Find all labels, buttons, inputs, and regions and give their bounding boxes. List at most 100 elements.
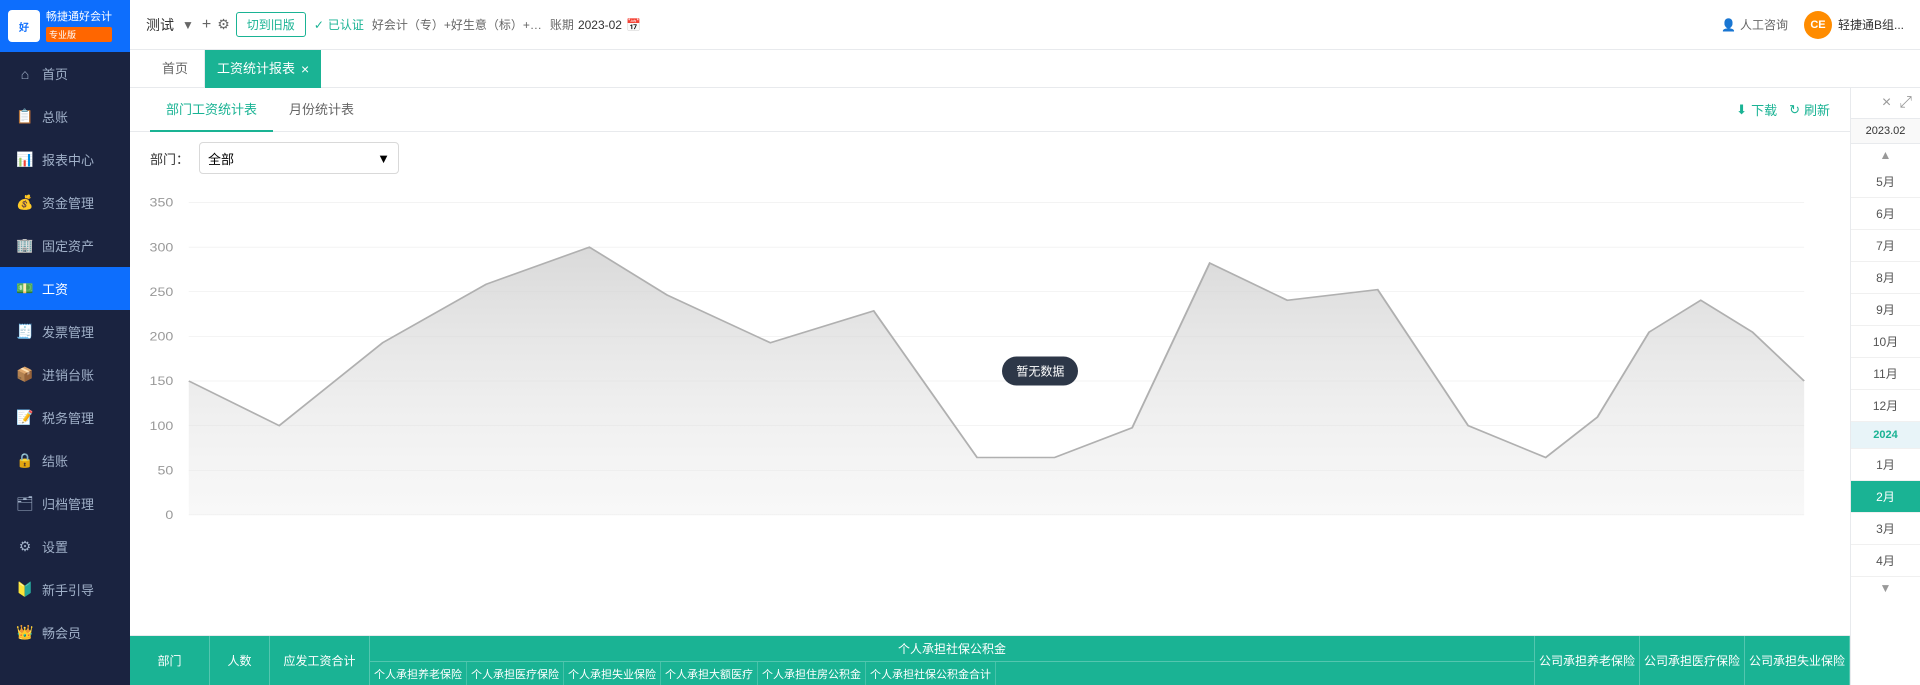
calendar-month-2024-04[interactable]: 4月: [1851, 545, 1920, 577]
sidebar-item-closing[interactable]: 🔒 结账: [0, 439, 130, 482]
calendar-period-label: 2023.02: [1851, 119, 1920, 144]
add-button[interactable]: +: [202, 16, 211, 34]
dept-filter-select[interactable]: 全部 ▼: [199, 142, 399, 174]
th-personal-housing-fund: 个人承担住房公积金: [758, 662, 866, 685]
calendar-month-2024-03[interactable]: 3月: [1851, 513, 1920, 545]
help-button[interactable]: 👤 人工咨询: [1721, 16, 1788, 33]
sidebar-label-guide: 新手引导: [42, 580, 94, 599]
svg-text:200: 200: [150, 330, 173, 343]
calendar-month-2023-07[interactable]: 7月: [1851, 230, 1920, 262]
th-personal-medical: 个人承担医疗保险: [467, 662, 564, 685]
app-logo: 好 畅捷通好会计 专业版: [0, 0, 130, 52]
main-content: 测试 ▼ + ⚙ 切到旧版 ✓ 已认证 好会计（专）+好生意（标）+… 账期 2…: [130, 0, 1920, 685]
sub-tabs-bar: 部门工资统计表 月份统计表 ⬇ 下载 ↻ 刷新: [130, 88, 1850, 132]
sidebar-item-invoice[interactable]: 🧾发票管理: [0, 310, 130, 353]
sidebar-icon-funds: 💰: [16, 194, 34, 211]
sidebar-item-funds[interactable]: 💰 资金管理: [0, 181, 130, 224]
panel-expand-button[interactable]: ⤢: [1899, 94, 1912, 112]
sidebar-icon-archive: 🗂: [16, 495, 34, 512]
sidebar-item-archive[interactable]: 🗂 归档管理: [0, 482, 130, 525]
topbar-right: 👤 人工咨询 CE 轻捷通B组...: [1721, 11, 1904, 39]
table-header-row: 部门 人数 应发工资合计 个人承担社保公积金 个人承担养老保险 个人承担医疗保险…: [130, 636, 1850, 685]
svg-text:100: 100: [150, 419, 173, 432]
refresh-button[interactable]: ↻ 刷新: [1789, 100, 1830, 119]
tab-close-button[interactable]: ×: [301, 50, 309, 88]
user-menu[interactable]: CE 轻捷通B组...: [1804, 11, 1904, 39]
sidebar-item-reports[interactable]: 📊报表中心: [0, 138, 130, 181]
panel-close-button[interactable]: ×: [1882, 94, 1891, 112]
sidebar-label-ledger: 总账: [42, 107, 68, 126]
th-personal-unemployment: 个人承担失业保险: [564, 662, 661, 685]
tab-payroll-report[interactable]: 工资统计报表 ×: [205, 50, 321, 88]
sidebar: 好 畅捷通好会计 专业版 ⌂首页 📋 总账 📊报表中心 💰 资金管理 🏢 固定资产 💵工资🧾发票…: [0, 0, 130, 685]
user-avatar: CE: [1804, 11, 1832, 39]
sidebar-icon-closing: 🔒: [16, 452, 34, 469]
calendar-month-2023-08[interactable]: 8月: [1851, 262, 1920, 294]
calendar-year-2024-label: 2024: [1851, 422, 1920, 449]
download-button[interactable]: ⬇ 下载: [1736, 100, 1777, 119]
calendar-month-2023-06[interactable]: 6月: [1851, 198, 1920, 230]
filter-row: 部门： 全部 ▼: [130, 132, 1850, 184]
table-header-section: 部门 人数 应发工资合计 个人承担社保公积金 个人承担养老保险 个人承担医疗保险…: [130, 635, 1850, 685]
calendar-month-2023-12[interactable]: 12月: [1851, 390, 1920, 422]
sidebar-label-sales: 进销台账: [42, 365, 94, 384]
tab-home[interactable]: 首页: [146, 50, 205, 88]
th-personal-pension: 个人承担养老保险: [370, 662, 467, 685]
sidebar-label-home: 首页: [42, 64, 68, 83]
sub-tabs-left: 部门工资统计表 月份统计表: [150, 88, 370, 132]
sidebar-icon-member: 👑: [16, 624, 34, 641]
th-company-medical: 公司承担医疗保险: [1640, 636, 1745, 685]
svg-text:150: 150: [150, 374, 173, 387]
sidebar-item-assets[interactable]: 🏢 固定资产: [0, 224, 130, 267]
sidebar-item-settings[interactable]: ⚙设置: [0, 525, 130, 568]
sidebar-icon-reports: 📊: [16, 151, 34, 168]
calendar-month-2023-10[interactable]: 10月: [1851, 326, 1920, 358]
calendar-month-2024-01[interactable]: 1月: [1851, 449, 1920, 481]
calendar-month-2023-05[interactable]: 5月: [1851, 166, 1920, 198]
sidebar-label-funds: 资金管理: [42, 193, 94, 212]
sidebar-item-member[interactable]: 👑 畅会员: [0, 611, 130, 654]
period-display: 账期 2023-02 📅: [550, 16, 641, 33]
help-icon: 👤: [1721, 18, 1736, 32]
sidebar-item-home[interactable]: ⌂首页: [0, 52, 130, 95]
content-area: 部门工资统计表 月份统计表 ⬇ 下载 ↻ 刷新 部门：: [130, 88, 1920, 685]
calendar-up-button[interactable]: ▲: [1851, 144, 1920, 166]
logo-icon: 好: [8, 10, 40, 42]
sidebar-label-archive: 归档管理: [42, 494, 94, 513]
th-personal-total: 个人承担社保公积金合计: [866, 662, 996, 685]
sidebar-label-member: 畅会员: [42, 623, 81, 642]
calendar-month-2023-09[interactable]: 9月: [1851, 294, 1920, 326]
content-main: 部门工资统计表 月份统计表 ⬇ 下载 ↻ 刷新 部门：: [130, 88, 1850, 685]
sidebar-item-sales[interactable]: 📦进销台账: [0, 353, 130, 396]
calendar-icon[interactable]: 📅: [626, 18, 641, 32]
tab-dept-report[interactable]: 部门工资统计表: [150, 88, 273, 132]
company-dropdown[interactable]: ▼: [182, 18, 194, 32]
sidebar-icon-tax: 📝: [16, 409, 34, 426]
sidebar-item-tax[interactable]: 📝税务管理: [0, 396, 130, 439]
th-company-unemployment: 公司承担失业保险: [1745, 636, 1850, 685]
settings-icon[interactable]: ⚙: [217, 16, 230, 33]
th-count: 人数: [210, 636, 270, 685]
switch-old-button[interactable]: 切到旧版: [236, 12, 306, 37]
th-total-salary: 应发工资合计: [270, 636, 370, 685]
svg-text:50: 50: [157, 464, 173, 477]
sidebar-item-ledger[interactable]: 📋 总账: [0, 95, 130, 138]
sub-tabs-actions: ⬇ 下载 ↻ 刷新: [1736, 100, 1830, 119]
sidebar-label-settings: 设置: [42, 537, 68, 556]
sidebar-item-guide[interactable]: 🔰新手引导: [0, 568, 130, 611]
calendar-month-2024-02[interactable]: 2月: [1851, 481, 1920, 513]
tab-monthly-report[interactable]: 月份统计表: [273, 88, 370, 132]
sidebar-item-payroll[interactable]: 💵工资: [0, 267, 130, 310]
logo-text: 畅捷通好会计 专业版: [46, 10, 112, 41]
sidebar-icon-ledger: 📋: [16, 108, 34, 125]
sidebar-label-closing: 结账: [42, 451, 68, 470]
topbar-tags: 好会计（专）+好生意（标）+…: [372, 16, 542, 33]
area-chart: 350 300 250 200 150 100 50 0: [150, 194, 1830, 534]
refresh-icon: ↻: [1789, 102, 1800, 118]
sidebar-label-assets: 固定资产: [42, 236, 94, 255]
sidebar-icon-assets: 🏢: [16, 237, 34, 254]
svg-text:0: 0: [165, 508, 173, 521]
calendar-month-2023-11[interactable]: 11月: [1851, 358, 1920, 390]
topbar: 测试 ▼ + ⚙ 切到旧版 ✓ 已认证 好会计（专）+好生意（标）+… 账期 2…: [130, 0, 1920, 50]
calendar-down-button[interactable]: ▼: [1851, 577, 1920, 599]
